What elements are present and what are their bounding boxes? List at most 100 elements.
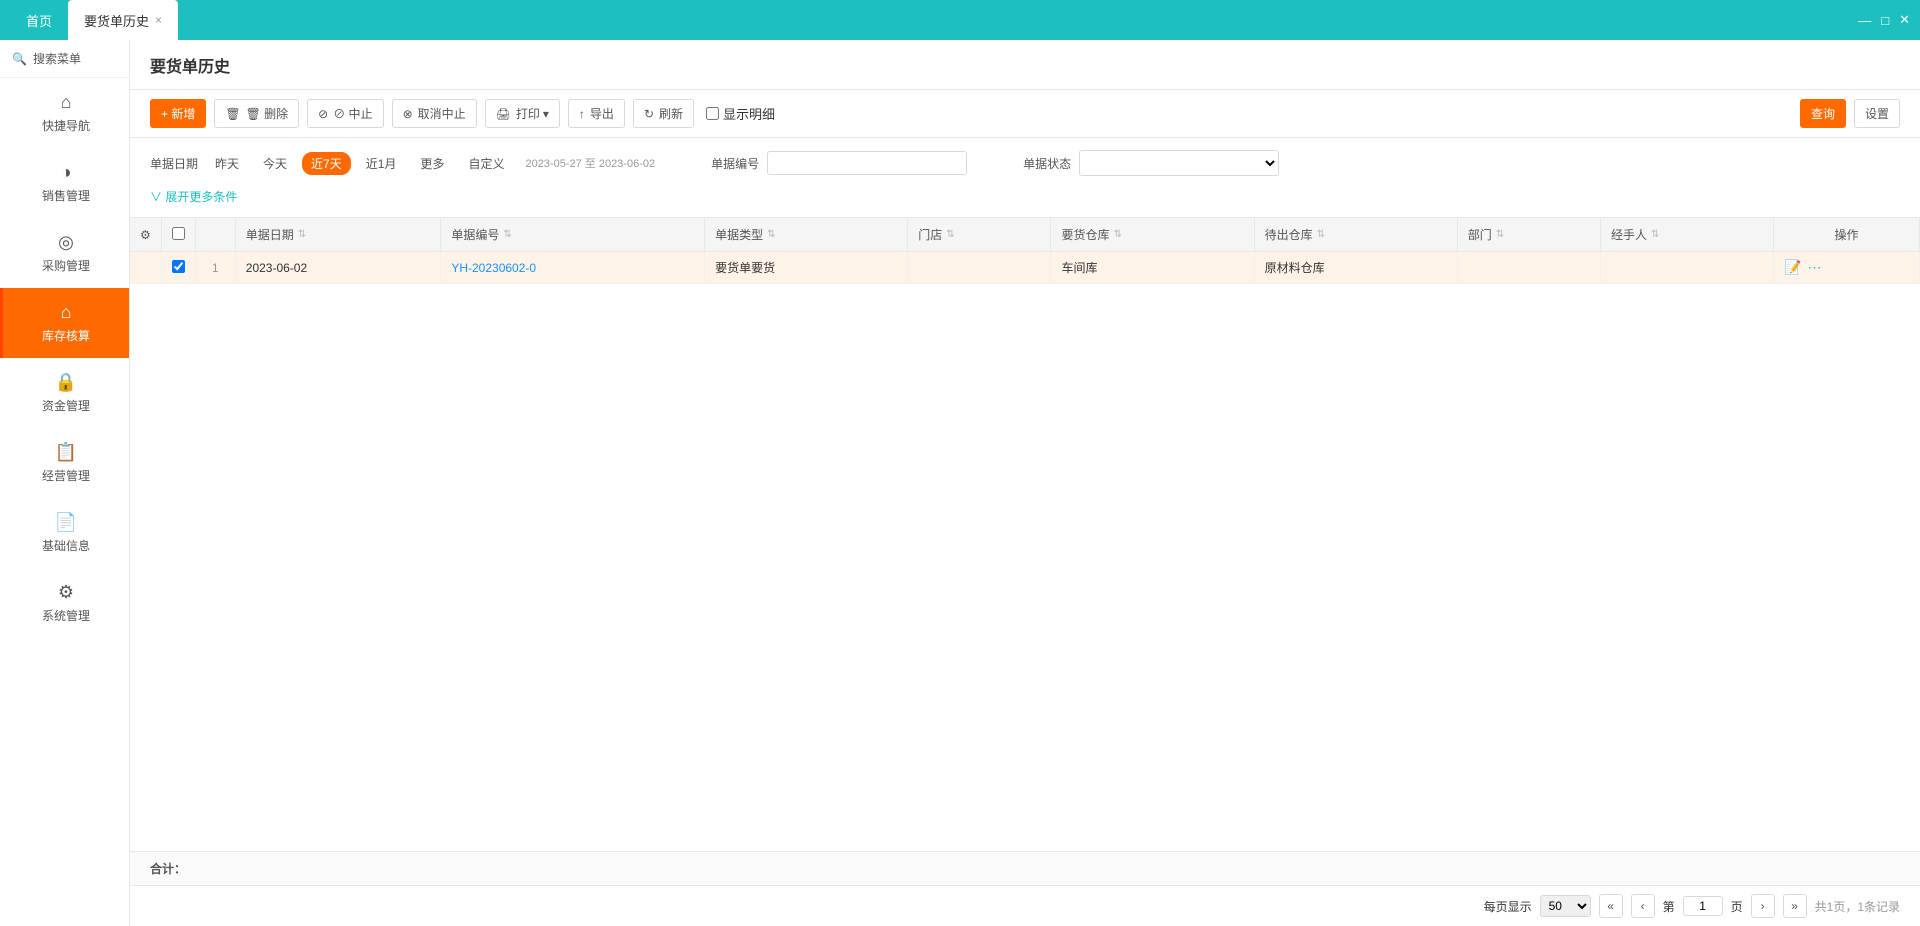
refresh-icon: ↻ [644,107,654,121]
th-dept[interactable]: 部门 ⇅ [1457,218,1600,252]
sidebar-item-sales-mgmt[interactable]: ◑ 销售管理 [0,148,129,218]
date-btn-custom[interactable]: 自定义 [459,152,513,175]
export-icon: ↑ [579,107,585,121]
sidebar-item-base-info[interactable]: 📄 基础信息 [0,498,129,568]
settings-button[interactable]: 设置 [1854,99,1900,128]
row-ops: 📝 ⋯ [1774,252,1920,284]
th-doc-date-label: 单据日期 [246,226,294,243]
sidebar-item-operations[interactable]: 📋 经营管理 [0,428,129,498]
window-controls: — □ ✕ [1858,12,1910,28]
sidebar-item-finance-label: 资金管理 [42,397,90,414]
sidebar: 🔍 搜索菜单 ⌂ 快捷导航 ◑ 销售管理 ◎ 采购管理 ⌂ 库存核算 🔒 资金管 [0,40,130,926]
page-input[interactable] [1683,896,1723,916]
prev-page-button[interactable]: ‹ [1631,894,1655,918]
next-page-button[interactable]: › [1751,894,1775,918]
tab-requisition-history[interactable]: 要货单历史 × [68,0,178,40]
sidebar-item-inventory[interactable]: ⌂ 库存核算 [0,288,129,358]
table-header-row: ⚙ 单据日期 ⇅ [130,218,1920,252]
select-all-checkbox[interactable] [172,227,185,240]
sidebar-search-label: 搜索菜单 [33,50,81,67]
new-button[interactable]: + 新增 [150,99,206,128]
th-settings[interactable]: ⚙ [130,218,161,252]
tab-home[interactable]: 首页 [10,0,68,40]
date-btn-more[interactable]: 更多 [411,152,453,175]
operations-icon: 📋 [55,442,77,463]
th-doc-no[interactable]: 单据编号 ⇅ [441,218,705,252]
sidebar-item-operations-label: 经营管理 [42,467,90,484]
tab-close-icon[interactable]: × [155,13,162,27]
th-doc-date[interactable]: 单据日期 ⇅ [235,218,441,252]
th-doc-type[interactable]: 单据类型 ⇅ [705,218,908,252]
sort-wait-warehouse-icon: ⇅ [1317,229,1325,240]
th-handler-label: 经手人 [1611,226,1647,243]
filter-date: 单据日期 昨天 今天 近7天 近1月 更多 自定义 2023-05-27 至 2… [150,152,655,175]
stop-button[interactable]: ⊘ ⊘ 中止 [307,99,383,128]
settings-button-label: 设置 [1865,105,1889,122]
sys-mgmt-icon: ⚙ [58,582,74,603]
page-unit-label: 页 [1731,898,1743,915]
sidebar-item-purchase-label: 采购管理 [42,257,90,274]
row-checkbox[interactable] [172,260,185,273]
show-detail-checkbox[interactable] [706,107,719,120]
new-button-label: + 新增 [161,105,195,122]
query-button-label: 查询 [1811,105,1835,122]
page-header: 要货单历史 [130,40,1920,90]
query-button[interactable]: 查询 [1800,99,1846,128]
row-edit-button[interactable]: 📝 [1784,259,1801,276]
sidebar-item-sys-mgmt[interactable]: ⚙ 系统管理 [0,568,129,638]
doc-no-label: 单据编号 [711,155,759,172]
window-minimize[interactable]: — [1858,13,1871,28]
cancel-stop-button[interactable]: ⊗ 取消中止 [392,99,477,128]
th-wait-warehouse-label: 待出仓库 [1265,226,1313,243]
page-title: 要货单历史 [150,53,230,77]
date-btn-today[interactable]: 今天 [254,152,296,175]
th-store-label: 门店 [918,226,942,243]
th-handler[interactable]: 经手人 ⇅ [1600,218,1773,252]
row-more-button[interactable]: ⋯ [1808,259,1822,276]
page-size-select[interactable]: 50 100 200 [1540,895,1591,917]
doc-no-link[interactable]: YH-20230602-0 [451,261,536,275]
sort-req-warehouse-icon: ⇅ [1114,229,1122,240]
first-page-button[interactable]: « [1599,894,1623,918]
th-doc-type-label: 单据类型 [715,226,763,243]
stop-icon: ⊘ [318,107,328,121]
print-icon: 🖨 [496,107,511,121]
th-req-warehouse[interactable]: 要货仓库 ⇅ [1051,218,1254,252]
row-doc-type: 要货单要货 [705,252,908,284]
sidebar-item-quick-nav-label: 快捷导航 [42,117,90,134]
window-close[interactable]: ✕ [1899,12,1910,28]
date-btn-last7days[interactable]: 近7天 [302,152,351,175]
toolbar: + 新增 🗑 🗑 删除 ⊘ ⊘ 中止 ⊗ 取消中止 🖨 打印 ▾ [130,90,1920,138]
home-icon: ⌂ [61,92,72,113]
window-restore[interactable]: □ [1881,13,1889,28]
export-button[interactable]: ↑ 导出 [568,99,625,128]
filter-area: 单据日期 昨天 今天 近7天 近1月 更多 自定义 2023-05-27 至 2… [130,138,1920,218]
show-detail-toggle[interactable]: 显示明细 [706,104,775,123]
th-dept-label: 部门 [1468,226,1492,243]
expand-filter-button[interactable]: ∨ 展开更多条件 [150,188,237,205]
last-page-button[interactable]: » [1783,894,1807,918]
filter-doc-no: 单据编号 [711,151,967,175]
sidebar-item-purchase-mgmt[interactable]: ◎ 采购管理 [0,218,129,288]
sidebar-search[interactable]: 🔍 搜索菜单 [0,40,129,78]
sort-doc-no-icon: ⇅ [503,229,511,240]
doc-no-input[interactable] [767,151,967,175]
table-container: ⚙ 单据日期 ⇅ [130,218,1920,851]
date-btn-yesterday[interactable]: 昨天 [206,152,248,175]
cancel-stop-label: 取消中止 [418,105,466,122]
sidebar-item-quick-nav[interactable]: ⌂ 快捷导航 [0,78,129,148]
date-btn-last1month[interactable]: 近1月 [357,152,406,175]
status-select[interactable] [1079,150,1279,176]
refresh-button[interactable]: ↻ 刷新 [633,99,694,128]
sort-handler-icon: ⇅ [1651,229,1659,240]
refresh-label: 刷新 [659,105,683,122]
th-wait-warehouse[interactable]: 待出仓库 ⇅ [1254,218,1457,252]
sidebar-item-finance[interactable]: 🔒 资金管理 [0,358,129,428]
total-label: 合计： [150,860,186,877]
delete-button[interactable]: 🗑 🗑 删除 [214,99,299,128]
export-label: 导出 [590,105,614,122]
table-row[interactable]: 1 2023-06-02 YH-20230602-0 要货单要货 车间库 原材料… [130,252,1920,284]
print-button[interactable]: 🖨 打印 ▾ [485,99,560,128]
date-range-text: 2023-05-27 至 2023-06-02 [525,155,655,171]
th-store[interactable]: 门店 ⇅ [908,218,1051,252]
